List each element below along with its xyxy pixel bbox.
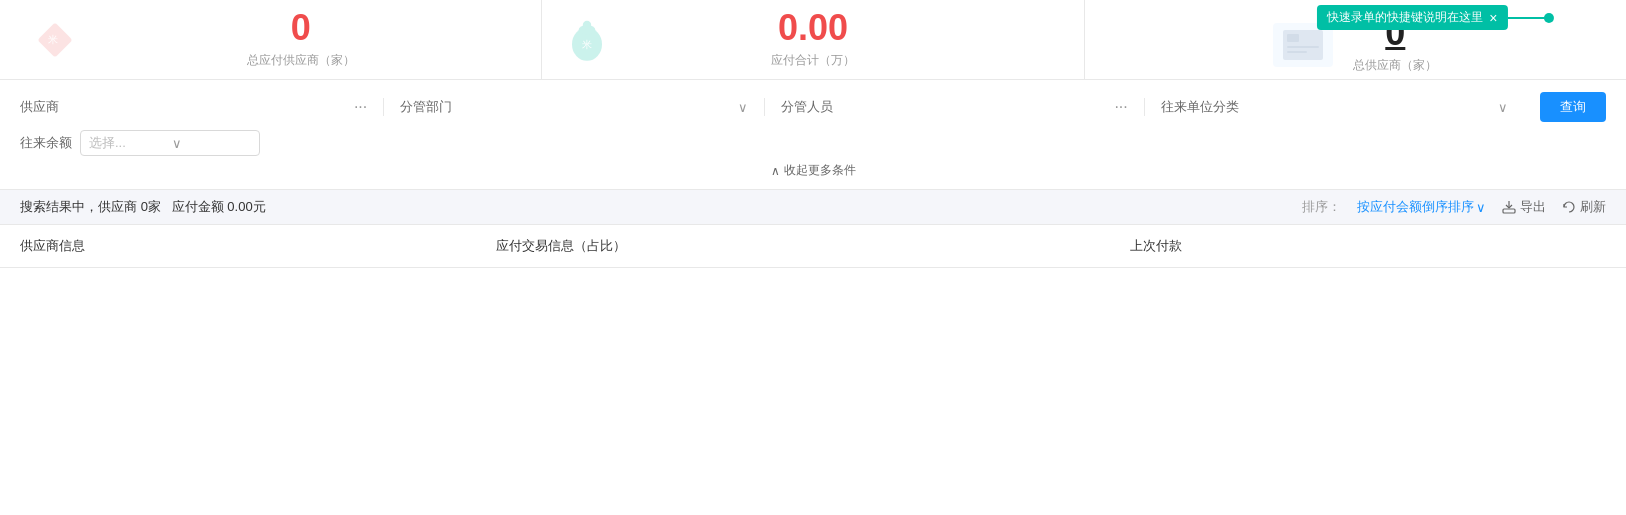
tooltip-text: 快速录单的快捷键说明在这里 — [1327, 9, 1483, 26]
svg-point-4 — [583, 20, 591, 28]
result-info-prefix: 搜索结果中，供应商 — [20, 199, 137, 214]
manager-input[interactable] — [841, 100, 1111, 115]
result-bar: 搜索结果中，供应商 0家 应付金额 0.00元 排序： 按应付会额倒序排序 ∨ … — [0, 190, 1626, 225]
tooltip-bubble: 快速录单的快捷键说明在这里 × — [1317, 5, 1507, 30]
department-label: 分管部门 — [400, 98, 452, 116]
svg-rect-9 — [1287, 51, 1307, 53]
tooltip-close-btn[interactable]: × — [1489, 11, 1497, 25]
category-input[interactable] — [1247, 100, 1494, 115]
filter-balance: 往来余额 选择... ∨ — [20, 130, 276, 156]
tooltip-dot — [1543, 13, 1553, 23]
stat-payable-suppliers: 米 0 总应付供应商（家） — [0, 0, 542, 79]
filter-row-2: 往来余额 选择... ∨ — [20, 130, 1606, 156]
sort-label: 排序： — [1302, 198, 1341, 216]
payable-total-number: 0.00 — [778, 10, 848, 46]
manager-dots-btn[interactable]: ··· — [1114, 98, 1127, 116]
export-label: 导出 — [1520, 198, 1546, 216]
stat-total-suppliers: 快速录单的快捷键说明在这里 × 0 总供应商（家） — [1085, 0, 1626, 79]
bag-icon: 米 — [562, 15, 612, 65]
result-amount-label: 应付金额 — [172, 199, 224, 214]
svg-text:米: 米 — [48, 34, 58, 45]
sort-value-btn[interactable]: 按应付会额倒序排序 ∨ — [1357, 198, 1486, 216]
supplier-dots-btn[interactable]: ··· — [354, 98, 367, 116]
refresh-icon — [1562, 200, 1576, 214]
category-label: 往来单位分类 — [1161, 98, 1239, 116]
filter-row-1: 供应商 ··· 分管部门 ∨ 分管人员 ··· 往来单位分类 ∨ 查询 — [20, 92, 1606, 122]
payable-suppliers-number: 0 — [291, 10, 311, 46]
balance-chevron: ∨ — [172, 136, 251, 151]
collapse-label: 收起更多条件 — [784, 162, 856, 179]
filter-supplier: 供应商 ··· — [20, 98, 384, 116]
filter-bar: 供应商 ··· 分管部门 ∨ 分管人员 ··· 往来单位分类 ∨ 查询 往来余额 — [0, 80, 1626, 190]
table-col-transaction: 应付交易信息（占比） — [496, 237, 1130, 255]
export-icon — [1502, 200, 1516, 214]
sort-chevron: ∨ — [1476, 200, 1486, 215]
result-actions: 排序： 按应付会额倒序排序 ∨ 导出 刷新 — [1302, 198, 1606, 216]
refresh-btn[interactable]: 刷新 — [1562, 198, 1606, 216]
diamond-icon: 米 — [30, 15, 80, 65]
svg-text:米: 米 — [582, 39, 592, 50]
balance-placeholder: 选择... — [89, 134, 168, 152]
collapse-icon: ∧ — [771, 164, 780, 178]
table-col-supplier: 供应商信息 — [20, 237, 496, 255]
total-suppliers-label: 总供应商（家） — [1353, 57, 1437, 74]
manager-label: 分管人员 — [781, 98, 833, 116]
stat-payable-total: 米 0.00 应付合计（万） — [542, 0, 1084, 79]
table-body — [0, 268, 1626, 515]
table-header: 供应商信息 应付交易信息（占比） 上次付款 — [0, 225, 1626, 268]
balance-select[interactable]: 选择... ∨ — [80, 130, 260, 156]
svg-rect-7 — [1287, 34, 1299, 42]
department-chevron[interactable]: ∨ — [738, 100, 748, 115]
filter-department: 分管部门 ∨ — [384, 98, 764, 116]
supplier-input[interactable] — [67, 100, 350, 115]
refresh-label: 刷新 — [1580, 198, 1606, 216]
filter-category: 往来单位分类 ∨ — [1145, 98, 1524, 116]
table-col-lastpayment: 上次付款 — [1130, 237, 1606, 255]
collapse-btn[interactable]: ∧ 收起更多条件 — [20, 156, 1606, 181]
department-input[interactable] — [460, 100, 733, 115]
sort-value-text: 按应付会额倒序排序 — [1357, 198, 1474, 216]
payable-suppliers-label: 总应付供应商（家） — [247, 52, 355, 69]
filter-manager: 分管人员 ··· — [765, 98, 1145, 116]
svg-rect-10 — [1503, 209, 1515, 213]
supplier-label: 供应商 — [20, 98, 59, 116]
result-supplier-count: 0家 — [141, 199, 161, 214]
result-info: 搜索结果中，供应商 0家 应付金额 0.00元 — [20, 198, 266, 216]
balance-label: 往来余额 — [20, 134, 72, 152]
export-btn[interactable]: 导出 — [1502, 198, 1546, 216]
category-chevron[interactable]: ∨ — [1498, 100, 1508, 115]
result-amount-value: 0.00元 — [227, 199, 265, 214]
svg-rect-8 — [1287, 46, 1319, 48]
stats-bar: 米 0 总应付供应商（家） 米 0.00 应付合计（万） 快速录单的快捷键说明在… — [0, 0, 1626, 80]
query-button[interactable]: 查询 — [1540, 92, 1606, 122]
payable-total-label: 应付合计（万） — [771, 52, 855, 69]
